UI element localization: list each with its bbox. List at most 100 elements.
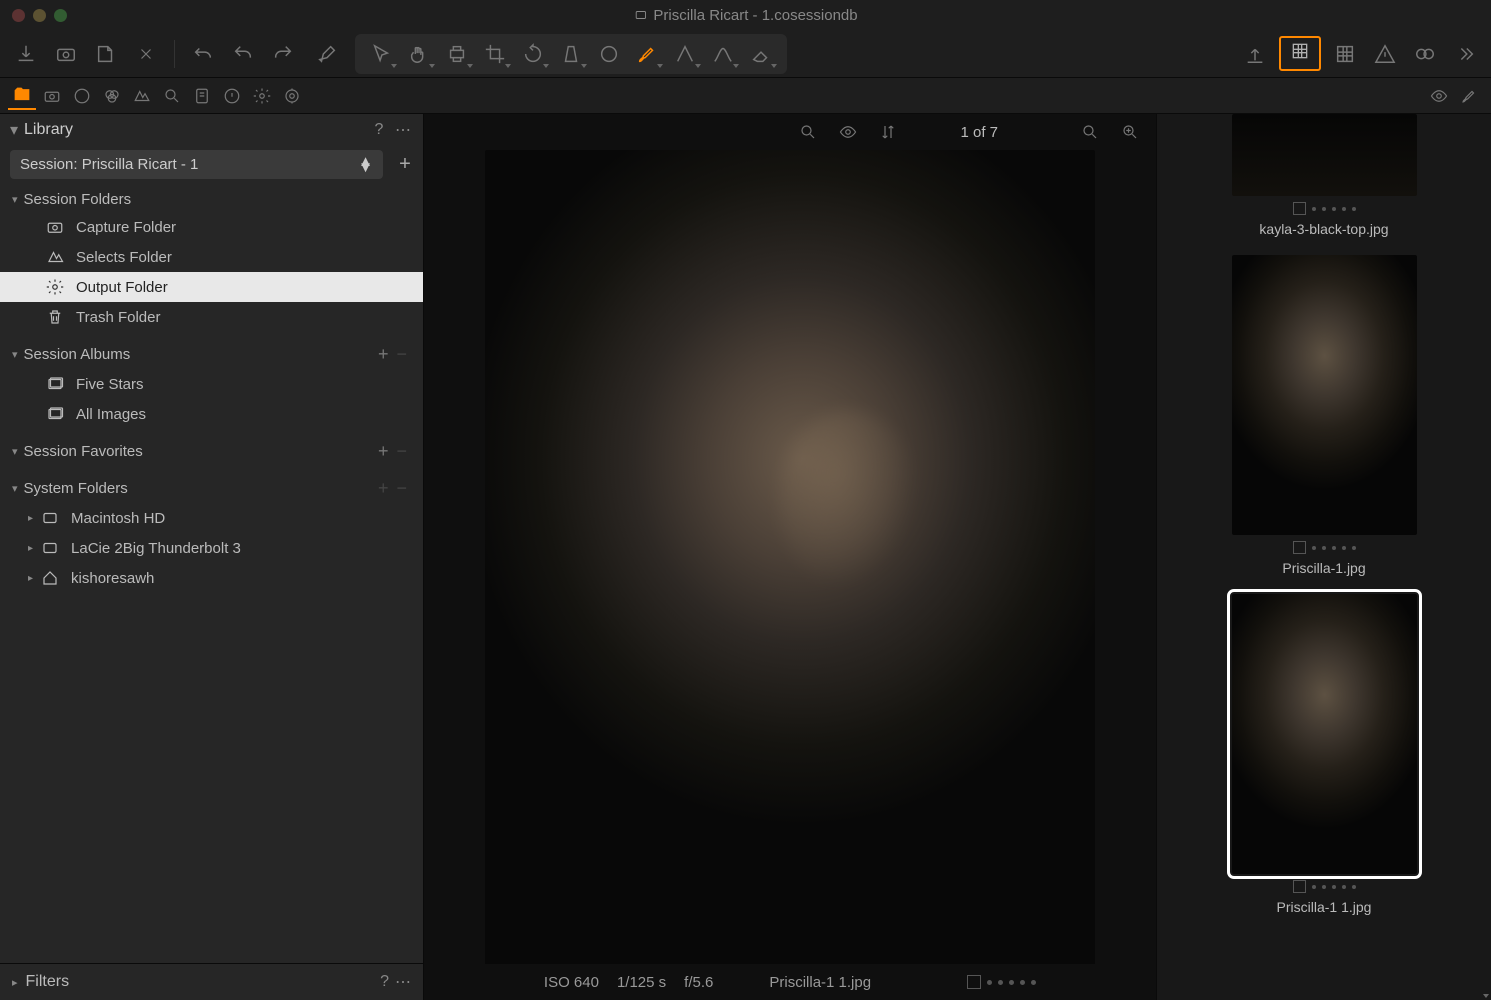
eraser-tool[interactable] xyxy=(743,38,779,70)
capture-button[interactable] xyxy=(50,38,82,70)
export-button[interactable] xyxy=(90,38,122,70)
thumbnail-image[interactable] xyxy=(1232,114,1417,196)
annotate-button[interactable] xyxy=(307,38,347,70)
filters-menu-button[interactable]: ⋯ xyxy=(395,972,411,992)
print-tool[interactable] xyxy=(439,38,475,70)
keystone-tool[interactable] xyxy=(553,38,589,70)
tab-output[interactable] xyxy=(248,82,276,110)
tab-adjustments[interactable] xyxy=(188,82,216,110)
brush-tool[interactable] xyxy=(629,38,665,70)
help-button[interactable]: ? xyxy=(369,120,389,140)
chevron-right-icon: ▸ xyxy=(28,513,33,524)
zoom-search-button[interactable] xyxy=(792,116,824,148)
tree-item-label: Trash Folder xyxy=(76,309,160,326)
remove-album-button[interactable]: − xyxy=(392,344,411,365)
thumbnail-card[interactable]: kayla-3-black-top.jpg xyxy=(1232,114,1417,237)
session-folders-title: Session Folders xyxy=(24,191,132,208)
system-folder-lacie[interactable]: ▸ LaCie 2Big Thunderbolt 3 xyxy=(0,533,423,563)
thumbnail-rating[interactable] xyxy=(1293,880,1356,893)
thumbnail-card[interactable]: Priscilla-1.jpg xyxy=(1232,255,1417,576)
titlebar: Priscilla Ricart - 1.cosessiondb xyxy=(0,0,1491,30)
add-album-button[interactable]: + xyxy=(374,344,393,365)
tab-metadata[interactable] xyxy=(218,82,246,110)
add-system-folder-button[interactable]: + xyxy=(374,478,393,499)
thumbnail-rating[interactable] xyxy=(1293,202,1356,215)
tab-capture[interactable] xyxy=(38,82,66,110)
thumbnail-image[interactable] xyxy=(1232,594,1417,874)
undo-redo-button[interactable] xyxy=(187,38,219,70)
selects-folder-item[interactable]: Selects Folder xyxy=(0,242,423,272)
pan-tool[interactable] xyxy=(401,38,437,70)
redo-button[interactable] xyxy=(267,38,299,70)
warning-toggle[interactable] xyxy=(1369,38,1401,70)
thumbnail-image[interactable] xyxy=(1232,255,1417,535)
remove-system-folder-button[interactable]: − xyxy=(392,478,411,499)
browser-zoom-button[interactable] xyxy=(1114,116,1146,148)
maximize-window-button[interactable] xyxy=(54,9,67,22)
tree-item-label: kishoresawh xyxy=(71,570,154,587)
preview-toggle[interactable] xyxy=(1425,82,1453,110)
remove-favorite-button[interactable]: − xyxy=(392,441,411,462)
shutter-value: 1/125 s xyxy=(617,974,666,991)
capture-folder-item[interactable]: Capture Folder xyxy=(0,212,423,242)
session-folders-header[interactable]: ▾ Session Folders xyxy=(0,187,423,212)
cancel-button[interactable] xyxy=(130,38,162,70)
crop-overlay-toggle[interactable] xyxy=(1279,36,1321,71)
rotate-tool[interactable] xyxy=(515,38,551,70)
undo-button[interactable] xyxy=(227,38,259,70)
panel-menu-button[interactable]: ⋯ xyxy=(393,120,413,140)
system-folder-home[interactable]: ▸ kishoresawh xyxy=(0,563,423,593)
home-icon xyxy=(39,569,61,587)
tab-exposure[interactable] xyxy=(128,82,156,110)
main-image[interactable] xyxy=(485,150,1095,964)
tree-item-label: LaCie 2Big Thunderbolt 3 xyxy=(71,540,241,557)
more-tools-button[interactable] xyxy=(1449,38,1481,70)
add-session-button[interactable]: + xyxy=(393,153,417,177)
tab-details[interactable] xyxy=(158,82,186,110)
rating-control[interactable] xyxy=(967,975,1036,989)
sort-button[interactable] xyxy=(872,116,904,148)
import-button[interactable] xyxy=(10,38,42,70)
add-favorite-button[interactable]: + xyxy=(374,441,393,462)
color-tag-box[interactable] xyxy=(967,975,981,989)
grid-toggle[interactable] xyxy=(1329,38,1361,70)
minimize-window-button[interactable] xyxy=(33,9,46,22)
upload-button[interactable] xyxy=(1239,38,1271,70)
proof-view-toggle[interactable] xyxy=(832,116,864,148)
gradient-mask-tool[interactable] xyxy=(667,38,703,70)
session-albums-header[interactable]: ▾ Session Albums + − xyxy=(0,340,423,369)
session-selector[interactable]: Session: Priscilla Ricart - 1 ▲▼ xyxy=(10,150,383,179)
system-folder-macintosh-hd[interactable]: ▸ Macintosh HD xyxy=(0,503,423,533)
select-tool[interactable] xyxy=(363,38,399,70)
select-arrows-icon: ▲▼ xyxy=(358,159,373,171)
library-panel-header[interactable]: ▾ Library ? ⋯ xyxy=(0,114,423,146)
session-favorites-header[interactable]: ▾ Session Favorites + − xyxy=(0,437,423,466)
thumbnail-card[interactable]: Priscilla-1 1.jpg xyxy=(1232,594,1417,915)
trash-icon xyxy=(44,308,66,326)
all-images-album[interactable]: All Images xyxy=(0,399,423,429)
session-selector-label: Session: Priscilla Ricart - 1 xyxy=(20,156,198,173)
tab-lens[interactable] xyxy=(68,82,96,110)
radial-mask-tool[interactable] xyxy=(705,38,741,70)
tab-library[interactable] xyxy=(8,82,36,110)
browser-panel: kayla-3-black-top.jpg Priscilla-1.jpg Pr… xyxy=(1156,114,1491,1000)
thumbnail-name: kayla-3-black-top.jpg xyxy=(1259,221,1388,237)
output-folder-item[interactable]: Output Folder xyxy=(0,272,423,302)
chevron-down-icon: ▾ xyxy=(10,120,18,140)
spot-removal-tool[interactable] xyxy=(591,38,627,70)
system-folders-header[interactable]: ▾ System Folders + − xyxy=(0,474,423,503)
filters-help-button[interactable]: ? xyxy=(380,973,389,991)
trash-folder-item[interactable]: Trash Folder xyxy=(0,302,423,332)
edit-toggle[interactable] xyxy=(1455,82,1483,110)
image-counter: 1 of 7 xyxy=(960,124,998,141)
close-window-button[interactable] xyxy=(12,9,25,22)
tree-item-label: Five Stars xyxy=(76,376,144,393)
filters-panel-header[interactable]: ▸ Filters ? ⋯ xyxy=(0,963,423,1000)
five-stars-album[interactable]: Five Stars xyxy=(0,369,423,399)
tab-batch[interactable] xyxy=(278,82,306,110)
crop-tool[interactable] xyxy=(477,38,513,70)
tab-color[interactable] xyxy=(98,82,126,110)
thumbnail-rating[interactable] xyxy=(1293,541,1356,554)
browser-search-button[interactable] xyxy=(1074,116,1106,148)
focus-mask-toggle[interactable] xyxy=(1409,38,1441,70)
